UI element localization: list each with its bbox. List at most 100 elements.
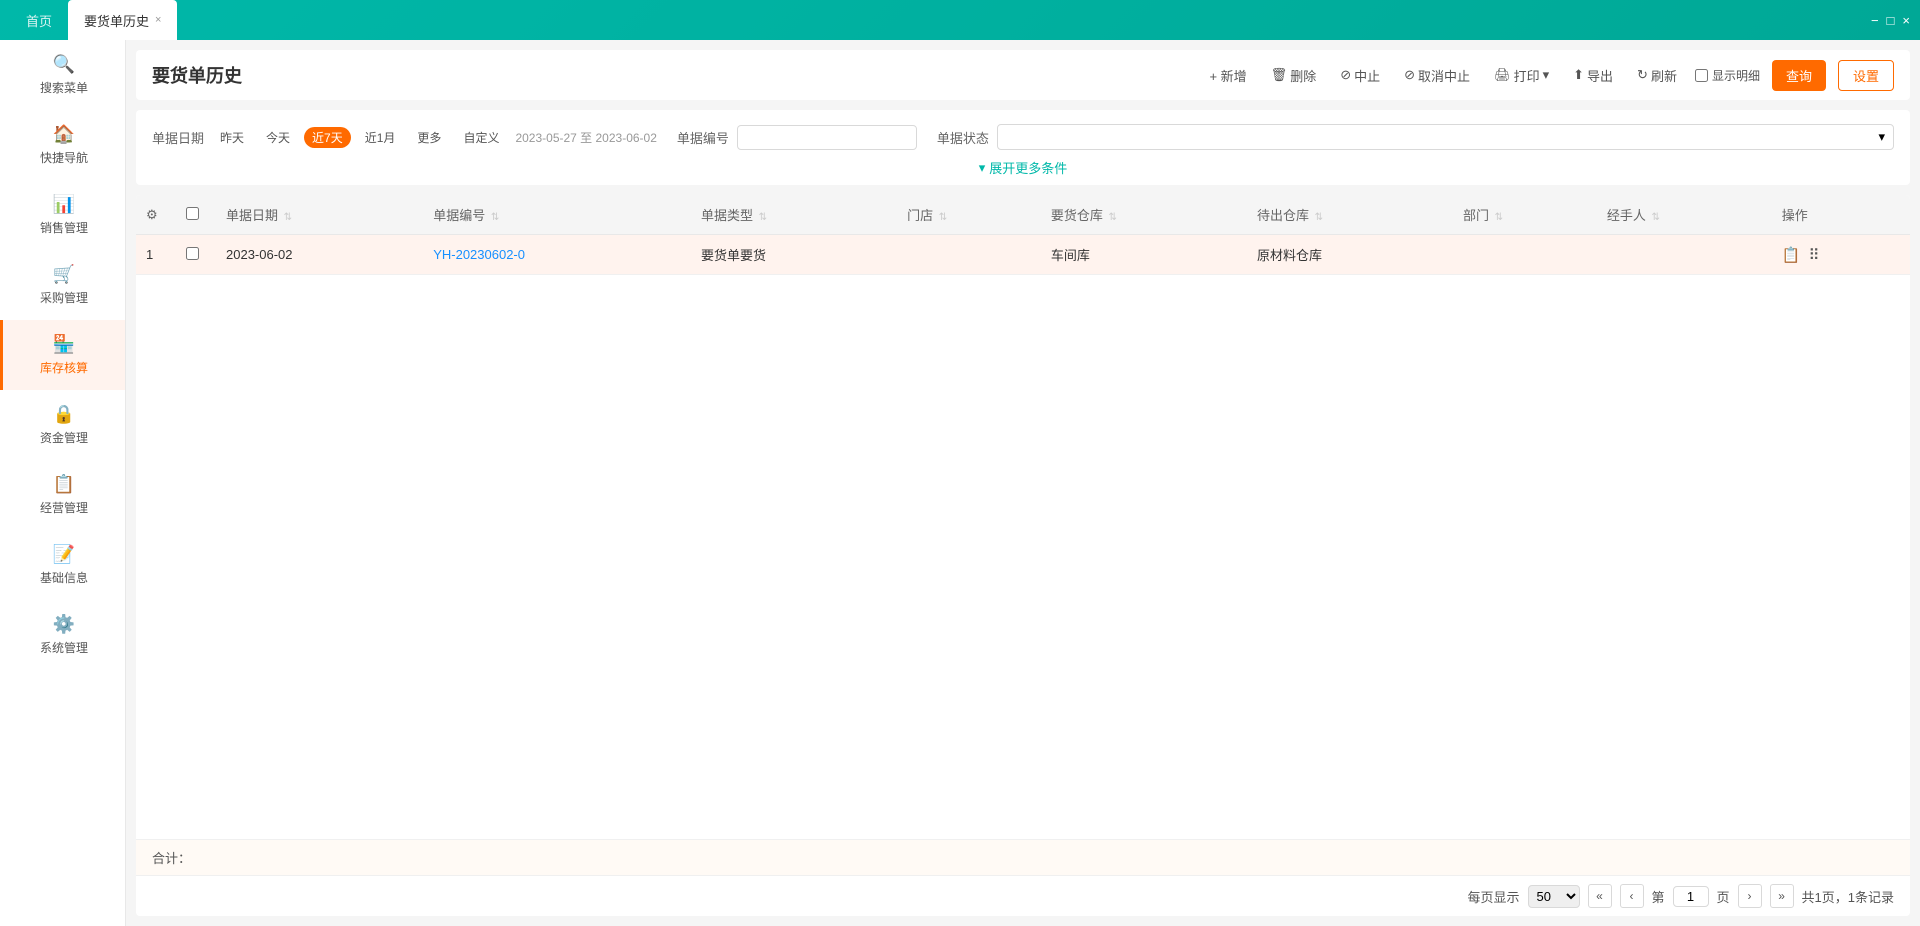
td-num: 1	[136, 235, 176, 275]
expand-filters-button[interactable]: ▾ 展开更多条件	[152, 158, 1894, 177]
status-dropdown-icon: ▾	[1878, 129, 1885, 145]
print-button[interactable]: 🖨 打印 ▾	[1488, 62, 1555, 89]
system-icon: ⚙️	[53, 614, 75, 635]
td-doctype: 要货单要货	[691, 235, 897, 275]
sidebar-item-quicknav[interactable]: 🏠 快捷导航	[0, 110, 125, 180]
td-docno[interactable]: YH-20230602-0	[423, 235, 691, 275]
td-handler	[1597, 235, 1772, 275]
sort-department-icon[interactable]: ⇅	[1495, 212, 1503, 223]
sidebar-item-operation[interactable]: 📋 经营管理	[0, 460, 125, 530]
stop-button[interactable]: ⊘ 中止	[1334, 62, 1386, 89]
print-icon: 🖨	[1494, 67, 1511, 83]
settings-button[interactable]: 设置	[1838, 60, 1894, 91]
sidebar: 🔍 搜索菜单 🏠 快捷导航 📊 销售管理 🛒 采购管理 🏪 库存核算 🔒 资金管…	[0, 40, 126, 926]
date-btn-today[interactable]: 今天	[258, 127, 298, 148]
td-checkbox	[176, 235, 216, 275]
minimize-icon[interactable]: −	[1871, 13, 1879, 28]
main-layout: 🔍 搜索菜单 🏠 快捷导航 📊 销售管理 🛒 采购管理 🏪 库存核算 🔒 资金管…	[0, 40, 1920, 926]
filter-row-1: 单据日期 昨天 今天 近7天 近1月 更多 自定义 2023-05-27 至 2…	[152, 124, 1894, 150]
sort-date-icon[interactable]: ⇅	[284, 212, 292, 223]
td-date: 2023-06-02	[216, 235, 423, 275]
search-menu-icon: 🔍	[53, 54, 75, 75]
display-detail-checkbox[interactable]	[1695, 69, 1708, 82]
page-number-input[interactable]	[1673, 886, 1709, 907]
purchase-icon: 🛒	[53, 264, 75, 285]
date-buttons: 昨天 今天 近7天 近1月 更多 自定义	[212, 127, 507, 148]
window-close-icon[interactable]: ×	[1902, 13, 1910, 28]
docno-input[interactable]	[737, 125, 917, 150]
date-filter-group: 单据日期 昨天 今天 近7天 近1月 更多 自定义 2023-05-27 至 2…	[152, 127, 657, 148]
date-btn-yesterday[interactable]: 昨天	[212, 127, 252, 148]
sort-docno-icon[interactable]: ⇅	[491, 212, 499, 223]
prev-page-button[interactable]: ‹	[1620, 884, 1644, 908]
next-page-button[interactable]: ›	[1738, 884, 1762, 908]
th-store: 门店 ⇅	[897, 195, 1041, 235]
date-btn-more[interactable]: 更多	[409, 127, 449, 148]
expand-icon: ▾	[979, 160, 986, 176]
table-footer: 合计：	[136, 839, 1910, 875]
maximize-icon[interactable]: □	[1887, 13, 1895, 28]
inventory-icon: 🏪	[53, 334, 75, 355]
date-btn-custom[interactable]: 自定义	[455, 127, 507, 148]
td-actions: 📋 ⠿	[1772, 235, 1910, 275]
refresh-button[interactable]: ↻ 刷新	[1631, 62, 1683, 89]
delete-button[interactable]: 🗑 删除	[1265, 62, 1323, 89]
sort-store-icon[interactable]: ⇅	[939, 212, 947, 223]
sidebar-item-sales[interactable]: 📊 销售管理	[0, 180, 125, 250]
date-btn-7days[interactable]: 近7天	[304, 127, 351, 148]
sort-doctype-icon[interactable]: ⇅	[759, 212, 767, 223]
cancel-stop-button[interactable]: ⊘ 取消中止	[1398, 62, 1476, 89]
date-btn-1month[interactable]: 近1月	[357, 127, 404, 148]
row-checkbox[interactable]	[186, 247, 199, 260]
table-row: 1 2023-06-02 YH-20230602-0	[136, 235, 1910, 275]
table-header-row: ⚙ 单据日期 ⇅ 单据编号 ⇅	[136, 195, 1910, 235]
docno-link[interactable]: YH-20230602-0	[433, 247, 525, 262]
export-button[interactable]: ⬆ 导出	[1567, 62, 1619, 89]
display-detail-toggle[interactable]: 显示明细	[1695, 67, 1760, 84]
settings-gear-icon[interactable]: ⚙	[146, 207, 158, 222]
tab-purchase-history[interactable]: 要货单历史 ×	[68, 0, 177, 40]
td-department	[1453, 235, 1597, 275]
new-button[interactable]: + 新增	[1203, 62, 1252, 89]
sidebar-item-search[interactable]: 🔍 搜索菜单	[0, 40, 125, 110]
th-doctype: 单据类型 ⇅	[691, 195, 897, 235]
status-select[interactable]: ▾	[997, 124, 1894, 150]
select-all-checkbox[interactable]	[186, 207, 199, 220]
header-actions: + 新增 🗑 删除 ⊘ 中止 ⊘ 取消中止 🖨 打印 ▾	[1203, 60, 1894, 91]
sidebar-item-finance[interactable]: 🔒 资金管理	[0, 390, 125, 460]
sidebar-item-purchase[interactable]: 🛒 采购管理	[0, 250, 125, 320]
sort-reqwarehouse-icon[interactable]: ⇅	[1109, 212, 1117, 223]
export-icon: ⬆	[1573, 67, 1584, 83]
sort-pendingwarehouse-icon[interactable]: ⇅	[1315, 212, 1323, 223]
table-wrapper: ⚙ 单据日期 ⇅ 单据编号 ⇅	[136, 195, 1910, 916]
filter-area: 单据日期 昨天 今天 近7天 近1月 更多 自定义 2023-05-27 至 2…	[136, 110, 1910, 185]
page-size-select[interactable]: 50 100 200	[1528, 885, 1580, 908]
print-dropdown-icon: ▾	[1543, 67, 1550, 83]
td-req-warehouse: 车间库	[1041, 235, 1247, 275]
first-page-button[interactable]: «	[1588, 884, 1612, 908]
th-handler: 经手人 ⇅	[1597, 195, 1772, 235]
last-page-button[interactable]: »	[1770, 884, 1794, 908]
th-actions: 操作	[1772, 195, 1910, 235]
sales-icon: 📊	[53, 194, 75, 215]
tab-bar: 首页 要货单历史 ×	[10, 0, 177, 40]
sidebar-item-system[interactable]: ⚙️ 系统管理	[0, 600, 125, 670]
quicknav-icon: 🏠	[53, 124, 75, 145]
th-pending-warehouse: 待出仓库 ⇅	[1247, 195, 1453, 235]
row-more-icon[interactable]: ⠿	[1808, 246, 1819, 264]
row-edit-icon[interactable]: 📋	[1782, 246, 1801, 264]
query-button[interactable]: 查询	[1772, 60, 1826, 91]
stop-icon: ⊘	[1340, 67, 1351, 83]
delete-icon: 🗑	[1271, 67, 1288, 83]
top-bar: 首页 要货单历史 × − □ ×	[0, 0, 1920, 40]
td-pending-warehouse: 原材料仓库	[1247, 235, 1453, 275]
date-range-display: 2023-05-27 至 2023-06-02	[515, 129, 656, 146]
status-filter-group: 单据状态 ▾	[937, 124, 1894, 150]
sidebar-item-inventory[interactable]: 🏪 库存核算	[0, 320, 125, 390]
sidebar-item-basic[interactable]: 📝 基础信息	[0, 530, 125, 600]
sort-handler-icon[interactable]: ⇅	[1651, 212, 1659, 223]
tab-home[interactable]: 首页	[10, 0, 68, 40]
basic-icon: 📝	[53, 544, 75, 565]
tab-close-icon[interactable]: ×	[155, 14, 161, 26]
row-actions: 📋 ⠿	[1782, 246, 1900, 264]
